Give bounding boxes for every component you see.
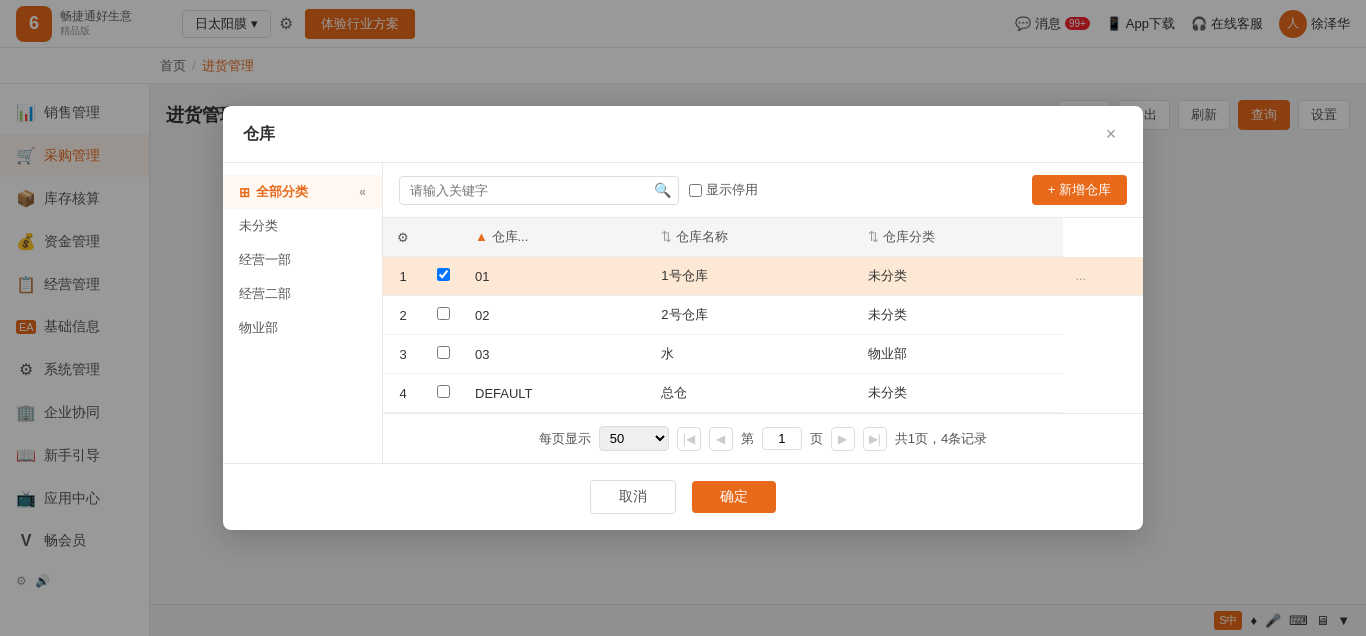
- page-size-select[interactable]: 50 20 100: [599, 426, 669, 451]
- page-suffix: 页: [810, 430, 823, 448]
- row-select-checkbox[interactable]: [437, 385, 450, 398]
- page-input[interactable]: [762, 427, 802, 450]
- table-panel: 🔍 显示停用 + 新增仓库 ⚙: [383, 163, 1143, 463]
- search-wrap: 🔍: [399, 176, 679, 205]
- pagination-bar: 每页显示 50 20 100 |◀ ◀ 第 页 ▶ ▶| 共1页，4条记录: [383, 413, 1143, 463]
- row-num: 1: [383, 257, 423, 296]
- modal-footer: 取消 确定: [223, 463, 1143, 530]
- row-checkbox[interactable]: [423, 257, 463, 296]
- table-row[interactable]: 4 DEFAULT 总仓 未分类: [383, 374, 1143, 413]
- sort-icon2: ⇅: [661, 229, 672, 244]
- warehouse-table: ⚙ ▲ 仓库... ⇅ 仓库名称: [383, 218, 1143, 413]
- row-select-checkbox[interactable]: [437, 268, 450, 281]
- page-label: 第: [741, 430, 754, 448]
- row-code: 03: [463, 335, 649, 374]
- row-num: 3: [383, 335, 423, 374]
- show-disabled-checkbox[interactable]: 显示停用: [689, 181, 758, 199]
- search-icon[interactable]: 🔍: [654, 182, 671, 198]
- th-category: ⇅ 仓库分类: [856, 218, 1063, 257]
- sort-icon3: ⇅: [868, 229, 879, 244]
- row-code: 02: [463, 296, 649, 335]
- row-checkbox[interactable]: [423, 335, 463, 374]
- th-name: ⇅ 仓库名称: [649, 218, 856, 257]
- th-checkbox: [423, 218, 463, 257]
- row-name: 水: [649, 335, 856, 374]
- collapse-icon[interactable]: «: [359, 185, 366, 199]
- new-warehouse-button[interactable]: + 新增仓库: [1032, 175, 1127, 205]
- data-table-wrap: ⚙ ▲ 仓库... ⇅ 仓库名称: [383, 218, 1143, 413]
- last-page-btn[interactable]: ▶|: [863, 427, 887, 451]
- cancel-button[interactable]: 取消: [590, 480, 676, 514]
- category-property[interactable]: 物业部: [223, 311, 382, 345]
- show-disabled-label: 显示停用: [706, 181, 758, 199]
- row-select-checkbox[interactable]: [437, 307, 450, 320]
- modal-overlay[interactable]: 仓库 × ⊞ 全部分类 « 未分类 经营一部 经营二部: [0, 0, 1366, 636]
- search-input[interactable]: [399, 176, 679, 205]
- warehouse-modal: 仓库 × ⊞ 全部分类 « 未分类 经营一部 经营二部: [223, 106, 1143, 530]
- row-name: 总仓: [649, 374, 856, 413]
- row-category: 未分类: [856, 257, 1063, 296]
- row-checkbox[interactable]: [423, 374, 463, 413]
- th-code: ▲ 仓库...: [463, 218, 649, 257]
- row-action[interactable]: ...: [1063, 257, 1143, 296]
- th-settings: ⚙: [383, 218, 423, 257]
- row-name: 2号仓库: [649, 296, 856, 335]
- table-toolbar: 🔍 显示停用 + 新增仓库: [383, 163, 1143, 218]
- category-all-label: 全部分类: [256, 183, 308, 201]
- category-grid-icon: ⊞: [239, 185, 250, 200]
- modal-header: 仓库 ×: [223, 106, 1143, 163]
- modal-title: 仓库: [243, 124, 275, 145]
- category-ops1[interactable]: 经营一部: [223, 243, 382, 277]
- row-code: 01: [463, 257, 649, 296]
- first-page-btn[interactable]: |◀: [677, 427, 701, 451]
- table-row[interactable]: 1 01 1号仓库 未分类 ...: [383, 257, 1143, 296]
- category-unclassified[interactable]: 未分类: [223, 209, 382, 243]
- table-row[interactable]: 2 02 2号仓库 未分类: [383, 296, 1143, 335]
- confirm-button[interactable]: 确定: [692, 481, 776, 513]
- row-select-checkbox[interactable]: [437, 346, 450, 359]
- row-num: 4: [383, 374, 423, 413]
- row-category: 未分类: [856, 374, 1063, 413]
- category-ops2[interactable]: 经营二部: [223, 277, 382, 311]
- row-category: 未分类: [856, 296, 1063, 335]
- category-all[interactable]: ⊞ 全部分类 «: [223, 175, 382, 209]
- total-info: 共1页，4条记录: [895, 430, 987, 448]
- per-page-label: 每页显示: [539, 430, 591, 448]
- disabled-checkbox[interactable]: [689, 184, 702, 197]
- row-name: 1号仓库: [649, 257, 856, 296]
- table-row[interactable]: 3 03 水 物业部: [383, 335, 1143, 374]
- modal-close-button[interactable]: ×: [1099, 122, 1123, 146]
- row-checkbox[interactable]: [423, 296, 463, 335]
- row-num: 2: [383, 296, 423, 335]
- category-panel: ⊞ 全部分类 « 未分类 经营一部 经营二部 物业部: [223, 163, 383, 463]
- row-category: 物业部: [856, 335, 1063, 374]
- prev-page-btn[interactable]: ◀: [709, 427, 733, 451]
- modal-body: ⊞ 全部分类 « 未分类 经营一部 经营二部 物业部: [223, 163, 1143, 463]
- sort-icon: ▲: [475, 229, 488, 244]
- row-code: DEFAULT: [463, 374, 649, 413]
- next-page-btn[interactable]: ▶: [831, 427, 855, 451]
